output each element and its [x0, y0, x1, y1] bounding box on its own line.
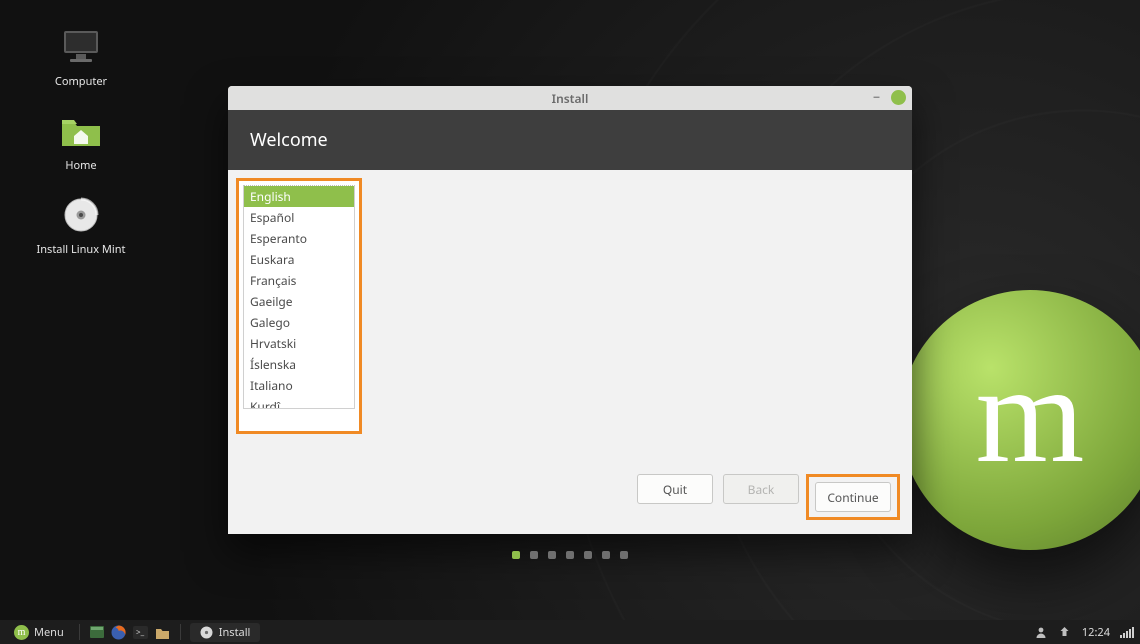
page-heading: Welcome	[228, 110, 912, 170]
show-desktop-launcher[interactable]	[87, 623, 107, 641]
user-icon[interactable]	[1034, 625, 1048, 639]
installer-body: EnglishEspañolEsperantoEuskaraFrançaisGa…	[228, 170, 912, 534]
volume-icon[interactable]	[1120, 626, 1134, 638]
window-title: Install	[552, 90, 589, 107]
quick-launchers: >_	[87, 623, 173, 641]
network-icon[interactable]	[1058, 625, 1072, 639]
window-titlebar[interactable]: Install –	[228, 86, 912, 110]
mint-menu-icon: m	[14, 625, 29, 640]
slide-indicator	[512, 551, 628, 559]
desktop-icon-home[interactable]: Home	[26, 108, 136, 173]
window-close-button[interactable]	[891, 90, 906, 105]
nav-buttons: Quit Back Continue	[637, 474, 900, 520]
taskbar-separator	[180, 624, 181, 640]
taskbar: m Menu >_ Install 12:24	[0, 620, 1140, 644]
slide-dot	[602, 551, 610, 559]
disc-icon	[200, 626, 213, 639]
slide-dot	[584, 551, 592, 559]
disc-icon	[26, 192, 136, 238]
taskbar-separator	[79, 624, 80, 640]
desktop-icon-install[interactable]: Install Linux Mint	[26, 192, 136, 257]
continue-button[interactable]: Continue	[815, 482, 891, 512]
system-tray: 12:24	[1034, 625, 1134, 640]
language-option[interactable]: English	[244, 186, 354, 207]
language-option[interactable]: Gaeilge	[244, 291, 354, 312]
computer-icon	[26, 24, 136, 70]
quit-button[interactable]: Quit	[637, 474, 713, 504]
task-label: Install	[219, 625, 251, 640]
language-option[interactable]: Español	[244, 207, 354, 228]
continue-highlight: Continue	[806, 474, 900, 520]
slide-dot	[530, 551, 538, 559]
taskbar-entry-install[interactable]: Install	[190, 623, 261, 642]
slide-dot	[548, 551, 556, 559]
language-option[interactable]: Italiano	[244, 375, 354, 396]
desktop-icon-computer[interactable]: Computer	[26, 24, 136, 89]
menu-button[interactable]: m Menu	[6, 623, 72, 642]
language-option[interactable]: Hrvatski	[244, 333, 354, 354]
language-list-highlight: EnglishEspañolEsperantoEuskaraFrançaisGa…	[236, 178, 362, 434]
files-launcher[interactable]	[153, 623, 173, 641]
terminal-launcher[interactable]: >_	[131, 623, 151, 641]
language-option[interactable]: Íslenska	[244, 354, 354, 375]
slide-dot	[620, 551, 628, 559]
slide-dot	[566, 551, 574, 559]
installer-window: Install – Welcome EnglishEspañolEsperant…	[228, 86, 912, 534]
desktop-icon-label: Install Linux Mint	[26, 242, 136, 257]
clock[interactable]: 12:24	[1082, 625, 1110, 640]
mint-logo: m	[900, 290, 1140, 550]
desktop-icon-label: Computer	[26, 74, 136, 89]
slide-dot	[512, 551, 520, 559]
desktop-icon-label: Home	[26, 158, 136, 173]
language-option[interactable]: Kurdî	[244, 396, 354, 409]
language-option[interactable]: Français	[244, 270, 354, 291]
language-option[interactable]: Esperanto	[244, 228, 354, 249]
folder-home-icon	[26, 108, 136, 154]
window-minimize-button[interactable]: –	[869, 90, 884, 105]
menu-label: Menu	[34, 625, 64, 640]
desktop[interactable]: m Computer Home Install Linux Mint Insta…	[0, 0, 1140, 620]
language-list[interactable]: EnglishEspañolEsperantoEuskaraFrançaisGa…	[243, 185, 355, 409]
language-option[interactable]: Euskara	[244, 249, 354, 270]
firefox-launcher[interactable]	[109, 623, 129, 641]
svg-text:>_: >_	[136, 627, 145, 638]
back-button[interactable]: Back	[723, 474, 799, 504]
language-option[interactable]: Galego	[244, 312, 354, 333]
